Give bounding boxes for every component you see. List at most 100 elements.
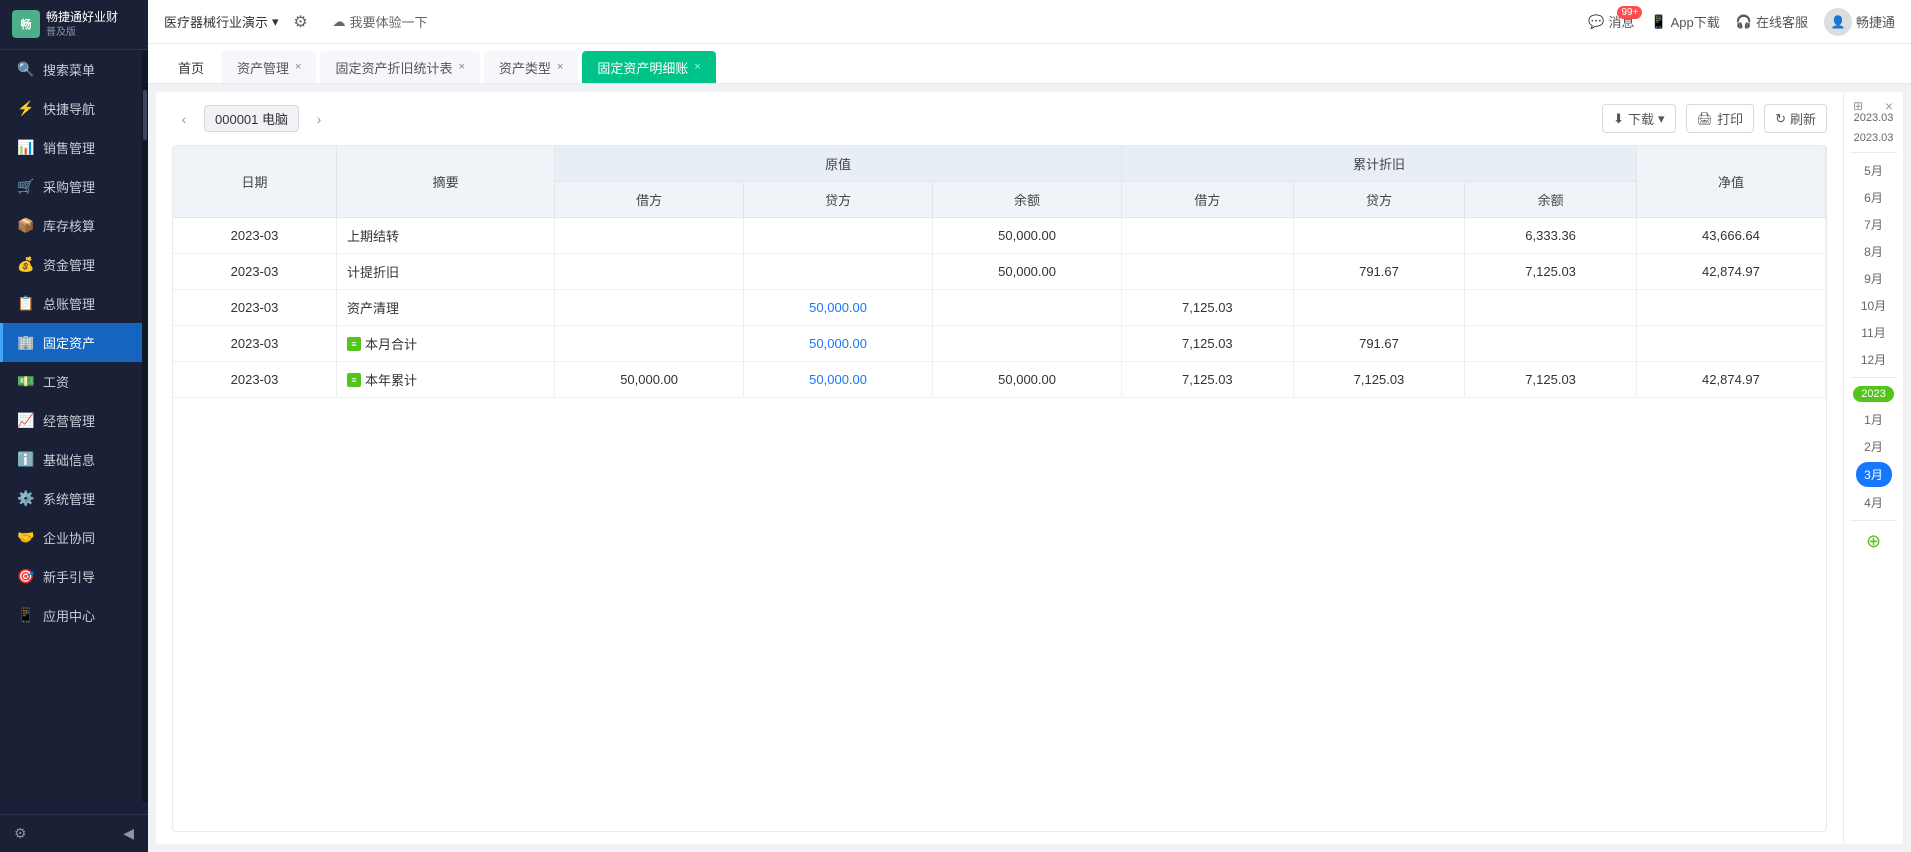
tab-home[interactable]: 首页 [164, 51, 218, 83]
td-original-credit: 50,000.00 [744, 362, 933, 398]
sidebar-item-label: 资金管理 [43, 255, 95, 274]
table-row: 2023-03 上期结转 50,000.00 6,333.36 43,666.6… [173, 218, 1826, 254]
header-left: 医疗器械行业演示 ▾ ⚙ ☁ 我要体验一下 [164, 8, 438, 36]
timeline-down-icon[interactable]: ⊕ [1860, 525, 1887, 558]
tab-asset-mgmt-close[interactable]: × [295, 61, 301, 73]
sidebar-item-sales[interactable]: 📊 销售管理 [0, 128, 148, 167]
experience-button[interactable]: ☁ 我要体验一下 [323, 8, 438, 35]
sidebar-item-operations[interactable]: 📈 经营管理 [0, 401, 148, 440]
td-original-balance: 50,000.00 [933, 218, 1122, 254]
sidebar-item-system[interactable]: ⚙️ 系统管理 [0, 479, 148, 518]
timeline-month-7[interactable]: 7月 [1844, 211, 1903, 238]
timeline-month-8[interactable]: 8月 [1844, 238, 1903, 265]
tab-asset-type[interactable]: 资产类型 × [484, 51, 578, 83]
sidebar-item-capital[interactable]: 💰 资金管理 [0, 245, 148, 284]
td-acc-credit [1293, 218, 1465, 254]
timeline-expand-button[interactable]: ⊞ [1848, 96, 1868, 116]
sidebar-item-guide[interactable]: 🎯 新手引导 [0, 557, 148, 596]
headset-icon: 🎧 [1736, 14, 1752, 30]
tab-asset-mgmt[interactable]: 资产管理 × [222, 51, 316, 83]
service-button[interactable]: 🎧 在线客服 [1736, 12, 1808, 31]
td-original-debit: 50,000.00 [555, 362, 744, 398]
th-original-debit: 借方 [555, 182, 744, 218]
tab-asset-detail-close[interactable]: × [694, 61, 700, 73]
current-year-badge: 2023 [1853, 386, 1893, 402]
table-row: 2023-03 计提折旧 50,000.00 791.67 7,125.03 4… [173, 254, 1826, 290]
toolbar-left: ‹ 000001 电脑 › [172, 105, 331, 132]
sidebar-item-app-center[interactable]: 📱 应用中心 [0, 596, 148, 635]
top-header: 医疗器械行业演示 ▾ ⚙ ☁ 我要体验一下 💬 消息 99+ 📱 App下载 🎧… [148, 0, 1911, 44]
download-button[interactable]: ⬇ 下载 ▾ [1602, 104, 1675, 133]
header-settings-button[interactable]: ⚙ [287, 8, 315, 36]
collapse-icon[interactable]: ◀ [123, 825, 134, 842]
refresh-button[interactable]: ↻ 刷新 [1764, 104, 1827, 133]
td-net-value: 43,666.64 [1636, 218, 1825, 254]
timeline-month-2[interactable]: 2月 [1844, 433, 1903, 460]
quick-nav-icon: ⚡ [17, 100, 35, 117]
sidebar-item-purchase[interactable]: 🛒 采购管理 [0, 167, 148, 206]
th-acc-balance: 余额 [1465, 182, 1637, 218]
sidebar-item-basic-info[interactable]: ℹ️ 基础信息 [0, 440, 148, 479]
toolbar: ‹ 000001 电脑 › ⬇ 下载 ▾ 🖨 打印 ↻ [172, 104, 1827, 133]
print-button[interactable]: 🖨 打印 [1686, 104, 1755, 133]
timeline-month-12[interactable]: 12月 [1844, 346, 1903, 373]
timeline-month-1[interactable]: 1月 [1844, 406, 1903, 433]
app-logo-text: 畅捷通好业财 普及版 [46, 10, 118, 39]
timeline-month-10[interactable]: 10月 [1844, 292, 1903, 319]
timeline-month-4[interactable]: 4月 [1844, 489, 1903, 516]
timeline-close-button[interactable]: × [1879, 96, 1899, 116]
next-asset-button[interactable]: › [307, 107, 331, 131]
td-date: 2023-03 [173, 326, 337, 362]
td-acc-credit [1293, 290, 1465, 326]
sidebar-item-fixed-assets[interactable]: 🏢 固定资产 [0, 323, 148, 362]
data-table: 日期 摘要 原值 累计折旧 净值 借方 贷方 余额 借方 贷方 余额 [173, 146, 1826, 398]
td-acc-debit: 7,125.03 [1122, 290, 1294, 326]
table-row: 2023-03 资产清理 50,000.00 7,125.03 [173, 290, 1826, 326]
sidebar-item-search[interactable]: 🔍 搜索菜单 [0, 50, 148, 89]
sidebar-item-ledger[interactable]: 📋 总账管理 [0, 284, 148, 323]
download-button[interactable]: 📱 App下载 [1650, 12, 1719, 31]
th-acc-credit: 贷方 [1293, 182, 1465, 218]
system-icon: ⚙️ [17, 490, 35, 507]
tab-asset-detail-label: 固定资产明细账 [597, 58, 688, 77]
settings-bottom-icon[interactable]: ⚙ [14, 825, 27, 842]
content-area: ‹ 000001 电脑 › ⬇ 下载 ▾ 🖨 打印 ↻ [156, 92, 1903, 844]
timeline-month-6[interactable]: 6月 [1844, 184, 1903, 211]
user-menu[interactable]: 👤 畅捷通 [1824, 8, 1895, 36]
company-selector[interactable]: 医疗器械行业演示 ▾ [164, 12, 279, 31]
cloud-icon: ☁ [333, 14, 346, 30]
ledger-icon: 📋 [17, 295, 35, 312]
td-date: 2023-03 [173, 254, 337, 290]
sidebar-item-inventory[interactable]: 📦 库存核算 [0, 206, 148, 245]
sidebar-item-label: 应用中心 [43, 606, 95, 625]
timeline-month-3-active[interactable]: 3月 [1856, 462, 1892, 487]
tab-depreciation-stats[interactable]: 固定资产折旧统计表 × [320, 51, 479, 83]
td-acc-debit [1122, 254, 1294, 290]
service-label: 在线客服 [1756, 12, 1808, 31]
sidebar-item-label: 固定资产 [43, 333, 95, 352]
sidebar-item-quick-nav[interactable]: ⚡ 快捷导航 [0, 89, 148, 128]
refresh-label: 刷新 [1790, 109, 1816, 128]
sidebar: 畅 畅捷通好业财 普及版 🔍 搜索菜单 ⚡ 快捷导航 📊 销售管理 🛒 采购管理… [0, 0, 148, 852]
tab-asset-type-close[interactable]: × [557, 61, 563, 73]
sidebar-item-enterprise[interactable]: 🤝 企业协同 [0, 518, 148, 557]
td-original-credit: 50,000.00 [744, 290, 933, 326]
app-name: 畅捷通好业财 [46, 10, 118, 26]
timeline-month-11[interactable]: 11月 [1844, 319, 1903, 346]
timeline-month-5[interactable]: 5月 [1844, 157, 1903, 184]
sidebar-item-salary[interactable]: 💵 工资 [0, 362, 148, 401]
tab-asset-detail[interactable]: 固定资产明细账 × [582, 51, 715, 83]
td-net-value [1636, 290, 1825, 326]
td-summary: 上期结转 [337, 218, 555, 254]
sidebar-nav: 🔍 搜索菜单 ⚡ 快捷导航 📊 销售管理 🛒 采购管理 📦 库存核算 💰 资金管… [0, 50, 148, 814]
sidebar-logo: 畅 畅捷通好业财 普及版 [0, 0, 148, 50]
tab-depreciation-stats-close[interactable]: × [458, 61, 464, 73]
td-acc-balance: 7,125.03 [1465, 362, 1637, 398]
chevron-down-icon: ▾ [272, 14, 279, 30]
prev-asset-button[interactable]: ‹ [172, 107, 196, 131]
timeline-month-9[interactable]: 9月 [1844, 265, 1903, 292]
notification-button[interactable]: 💬 消息 99+ [1588, 12, 1634, 31]
td-acc-balance [1465, 290, 1637, 326]
timeline-divider-3 [1850, 520, 1897, 521]
td-original-balance: 50,000.00 [933, 362, 1122, 398]
